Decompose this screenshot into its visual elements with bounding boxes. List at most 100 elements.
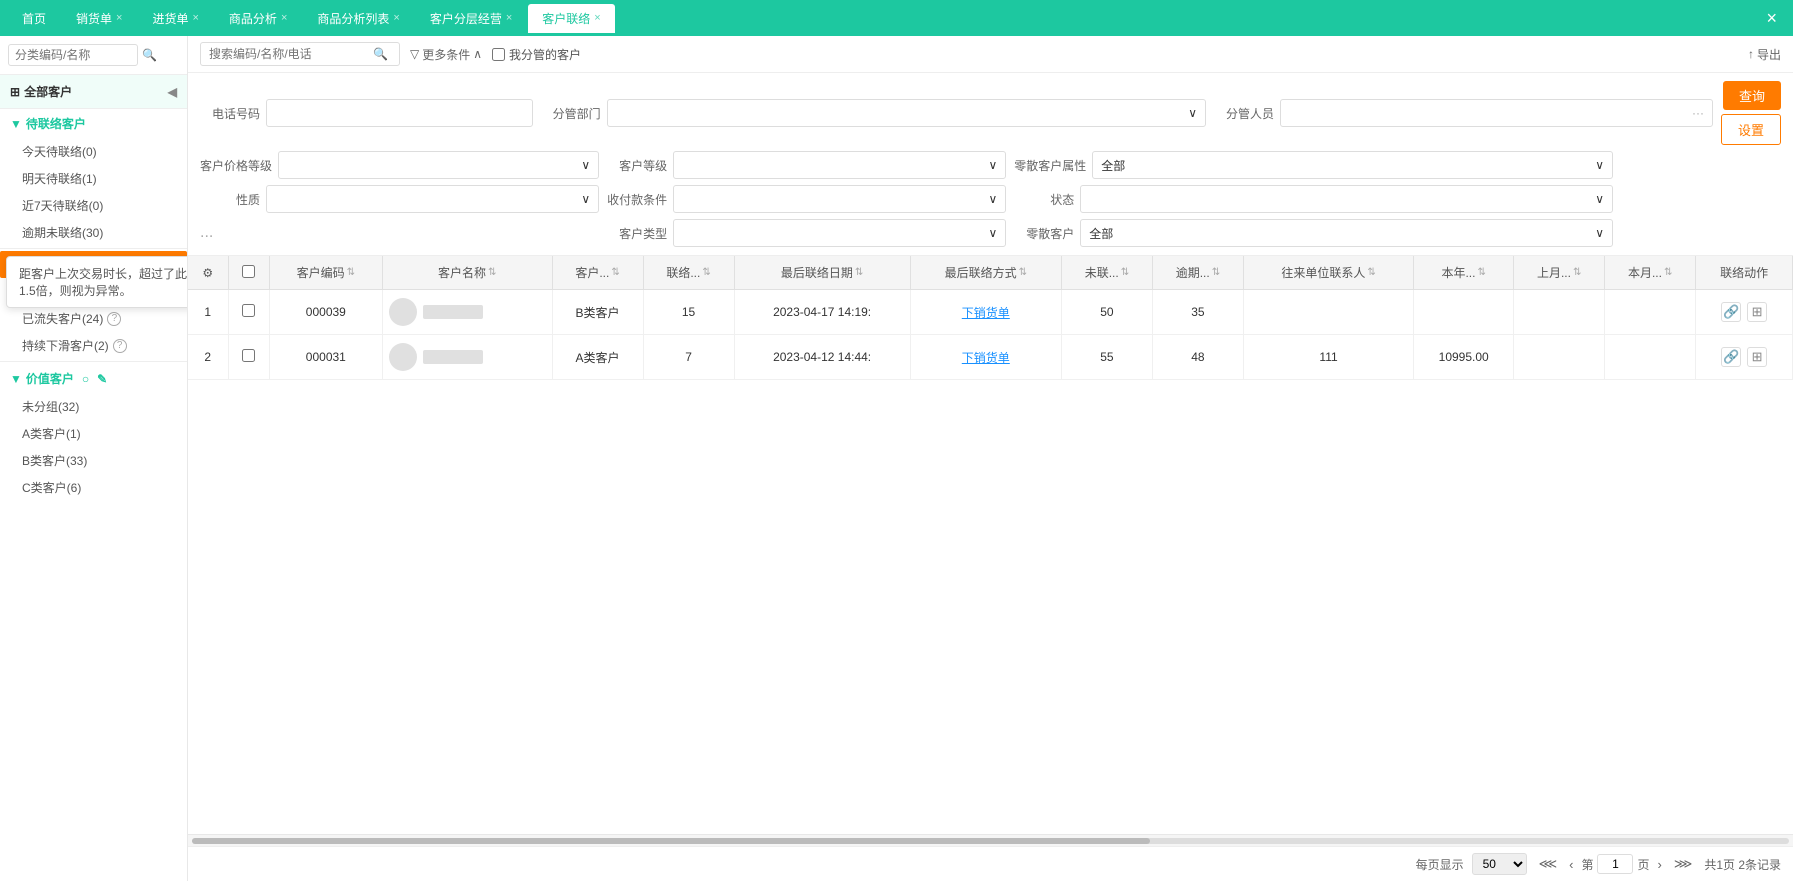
scrollbar-track[interactable] <box>192 838 1789 844</box>
value-edit-icon[interactable]: ✎ <box>97 372 107 386</box>
customer-type-select[interactable]: ∨ <box>673 219 1006 247</box>
nav-tab-customer-tier[interactable]: 客户分层经营 × <box>416 4 526 33</box>
sidebar-item-class-b[interactable]: B类客户(33) <box>0 447 187 474</box>
collapse-icon[interactable]: ◀ <box>168 85 177 99</box>
row2-checkbox-cell[interactable] <box>228 335 269 380</box>
th-settings[interactable]: ⚙ <box>188 256 228 290</box>
th-last-contact-date[interactable]: 最后联络日期⇅ <box>734 256 910 290</box>
gender-select[interactable]: ∨ <box>266 185 599 213</box>
more-dots-icon[interactable]: ... <box>200 224 213 242</box>
dept-select[interactable]: ∨ <box>607 99 1206 127</box>
nav-tab-purchase[interactable]: 进货单 × <box>138 4 212 33</box>
sort-icon-code: ⇅ <box>347 267 355 278</box>
nav-tab-customer-tier-close[interactable]: × <box>506 12 512 24</box>
sidebar-item-unclassified[interactable]: 未分组(32) <box>0 393 187 420</box>
row2-checkbox[interactable] <box>242 349 255 362</box>
nav-tab-product-list[interactable]: 商品分析列表 × <box>303 4 413 33</box>
sidebar-item-overdue[interactable]: 逾期未联络(30) <box>0 219 187 246</box>
page-number-input[interactable] <box>1597 854 1633 874</box>
nav-tab-sales[interactable]: 销货单 × <box>62 4 136 33</box>
th-unit-contacts[interactable]: 往来单位联系人⇅ <box>1243 256 1413 290</box>
nav-tab-customer-contact[interactable]: 客户联络 × <box>528 4 614 33</box>
zero-retail-select[interactable]: 全部 ∨ <box>1092 151 1613 179</box>
payment-select[interactable]: ∨ <box>673 185 1006 213</box>
all-customers-header[interactable]: ⊞ 全部客户 ◀ <box>0 75 187 109</box>
nav-tab-customer-contact-close[interactable]: × <box>594 12 600 24</box>
th-overdue[interactable]: 逾期...⇅ <box>1152 256 1243 290</box>
nav-tab-purchase-close[interactable]: × <box>192 12 198 24</box>
row2-grid-icon[interactable]: ⊞ <box>1747 347 1767 367</box>
row2-method-link[interactable]: 下销货单 <box>962 351 1010 365</box>
row2-name-text <box>423 350 483 364</box>
row2-not-contacted: 55 <box>1061 335 1152 380</box>
next-page-button[interactable]: › <box>1653 855 1665 874</box>
customer-level-select[interactable]: ∨ <box>673 151 1006 179</box>
value-group-header[interactable]: ▼ 价值客户 ○ ✎ <box>0 364 187 393</box>
th-level[interactable]: 客户...⇅ <box>552 256 643 290</box>
my-customer-checkbox[interactable] <box>492 48 505 61</box>
filter-item-gender: 性质 ∨ <box>200 185 599 213</box>
zero-customer-select[interactable]: 全部 ∨ <box>1080 219 1613 247</box>
row1-method-link[interactable]: 下销货单 <box>962 306 1010 320</box>
row1-checkbox-cell[interactable] <box>228 290 269 335</box>
row1-grid-icon[interactable]: ⊞ <box>1747 302 1767 322</box>
nav-tab-home[interactable]: 首页 <box>8 4 60 33</box>
payment-label: 收付款条件 <box>607 191 667 208</box>
select-all-checkbox[interactable] <box>242 265 255 278</box>
sidebar-item-already-lost-label: 已流失客户(24) <box>22 310 103 327</box>
th-not-contacted[interactable]: 未联...⇅ <box>1061 256 1152 290</box>
nav-tab-product-analysis[interactable]: 商品分析 × <box>215 4 301 33</box>
sidebar-search-icon[interactable]: 🔍 <box>142 48 157 62</box>
prev-page-button[interactable]: ‹ <box>1565 855 1577 874</box>
status-select[interactable]: ∨ <box>1080 185 1613 213</box>
row1-not-contacted: 50 <box>1061 290 1152 335</box>
manager-select[interactable]: ··· <box>1280 99 1713 127</box>
sidebar-item-tomorrow[interactable]: 明天待联络(1) <box>0 165 187 192</box>
nav-tab-sales-close[interactable]: × <box>116 12 122 24</box>
th-checkbox[interactable] <box>228 256 269 290</box>
th-name[interactable]: 客户名称⇅ <box>382 256 552 290</box>
horizontal-scrollbar[interactable] <box>188 834 1793 846</box>
sidebar-item-7days[interactable]: 近7天待联络(0) <box>0 192 187 219</box>
scrollbar-thumb[interactable] <box>192 838 1150 844</box>
search-input[interactable] <box>209 47 369 61</box>
row1-checkbox[interactable] <box>242 304 255 317</box>
sidebar-search-input[interactable] <box>8 44 138 66</box>
customer-level-chevron: ∨ <box>988 158 997 172</box>
search-icon[interactable]: 🔍 <box>373 47 388 61</box>
manager-label: 分管人员 <box>1214 105 1274 122</box>
sidebar-item-declining[interactable]: 持续下滑客户(2) ? <box>0 332 187 359</box>
window-close-button[interactable]: × <box>1758 8 1785 29</box>
settings-button[interactable]: 设置 <box>1721 114 1781 145</box>
th-this-month[interactable]: 本月...⇅ <box>1605 256 1696 290</box>
sidebar-item-class-c[interactable]: C类客户(6) <box>0 474 187 501</box>
last-page-button[interactable]: ⋙ <box>1670 854 1697 874</box>
th-last-contact-method[interactable]: 最后联络方式⇅ <box>910 256 1061 290</box>
price-level-select[interactable]: ∨ <box>278 151 599 179</box>
row2-link-icon[interactable]: 🔗 <box>1721 347 1741 367</box>
nav-tab-product-analysis-close[interactable]: × <box>281 12 287 24</box>
row2-name <box>382 335 552 380</box>
sidebar-item-today[interactable]: 今天待联络(0) <box>0 138 187 165</box>
th-last-month[interactable]: 上月...⇅ <box>1514 256 1605 290</box>
my-customer-checkbox-area[interactable]: 我分管的客户 <box>492 46 581 63</box>
export-button[interactable]: ↑ 导出 <box>1748 46 1781 63</box>
th-code[interactable]: 客户编码⇅ <box>269 256 382 290</box>
sidebar-item-already-lost[interactable]: 已流失客户(24) ? <box>0 305 187 332</box>
row2-last-contact-method[interactable]: 下销货单 <box>910 335 1061 380</box>
nav-tab-product-list-close[interactable]: × <box>393 12 399 24</box>
query-button[interactable]: 查询 <box>1723 81 1781 110</box>
row1-last-contact-method[interactable]: 下销货单 <box>910 290 1061 335</box>
phone-input[interactable] <box>266 99 533 127</box>
pending-group-header[interactable]: ▼ 待联络客户 <box>0 109 187 138</box>
sidebar-item-class-a[interactable]: A类客户(1) <box>0 420 187 447</box>
per-page-select[interactable]: 50 100 200 <box>1472 853 1527 875</box>
row1-link-icon[interactable]: 🔗 <box>1721 302 1741 322</box>
already-lost-hint-icon: ? <box>107 312 121 326</box>
filter-row-4: ... 客户类型 ∨ 零散客户 全部 ∨ <box>200 219 1781 247</box>
th-contact[interactable]: 联络...⇅ <box>643 256 734 290</box>
more-filter-btn[interactable]: ▽ 更多条件 ∧ <box>410 46 482 63</box>
th-this-year[interactable]: 本年...⇅ <box>1414 256 1514 290</box>
first-page-button[interactable]: ⋘ <box>1535 854 1562 874</box>
sort-icon-date: ⇅ <box>855 267 863 278</box>
